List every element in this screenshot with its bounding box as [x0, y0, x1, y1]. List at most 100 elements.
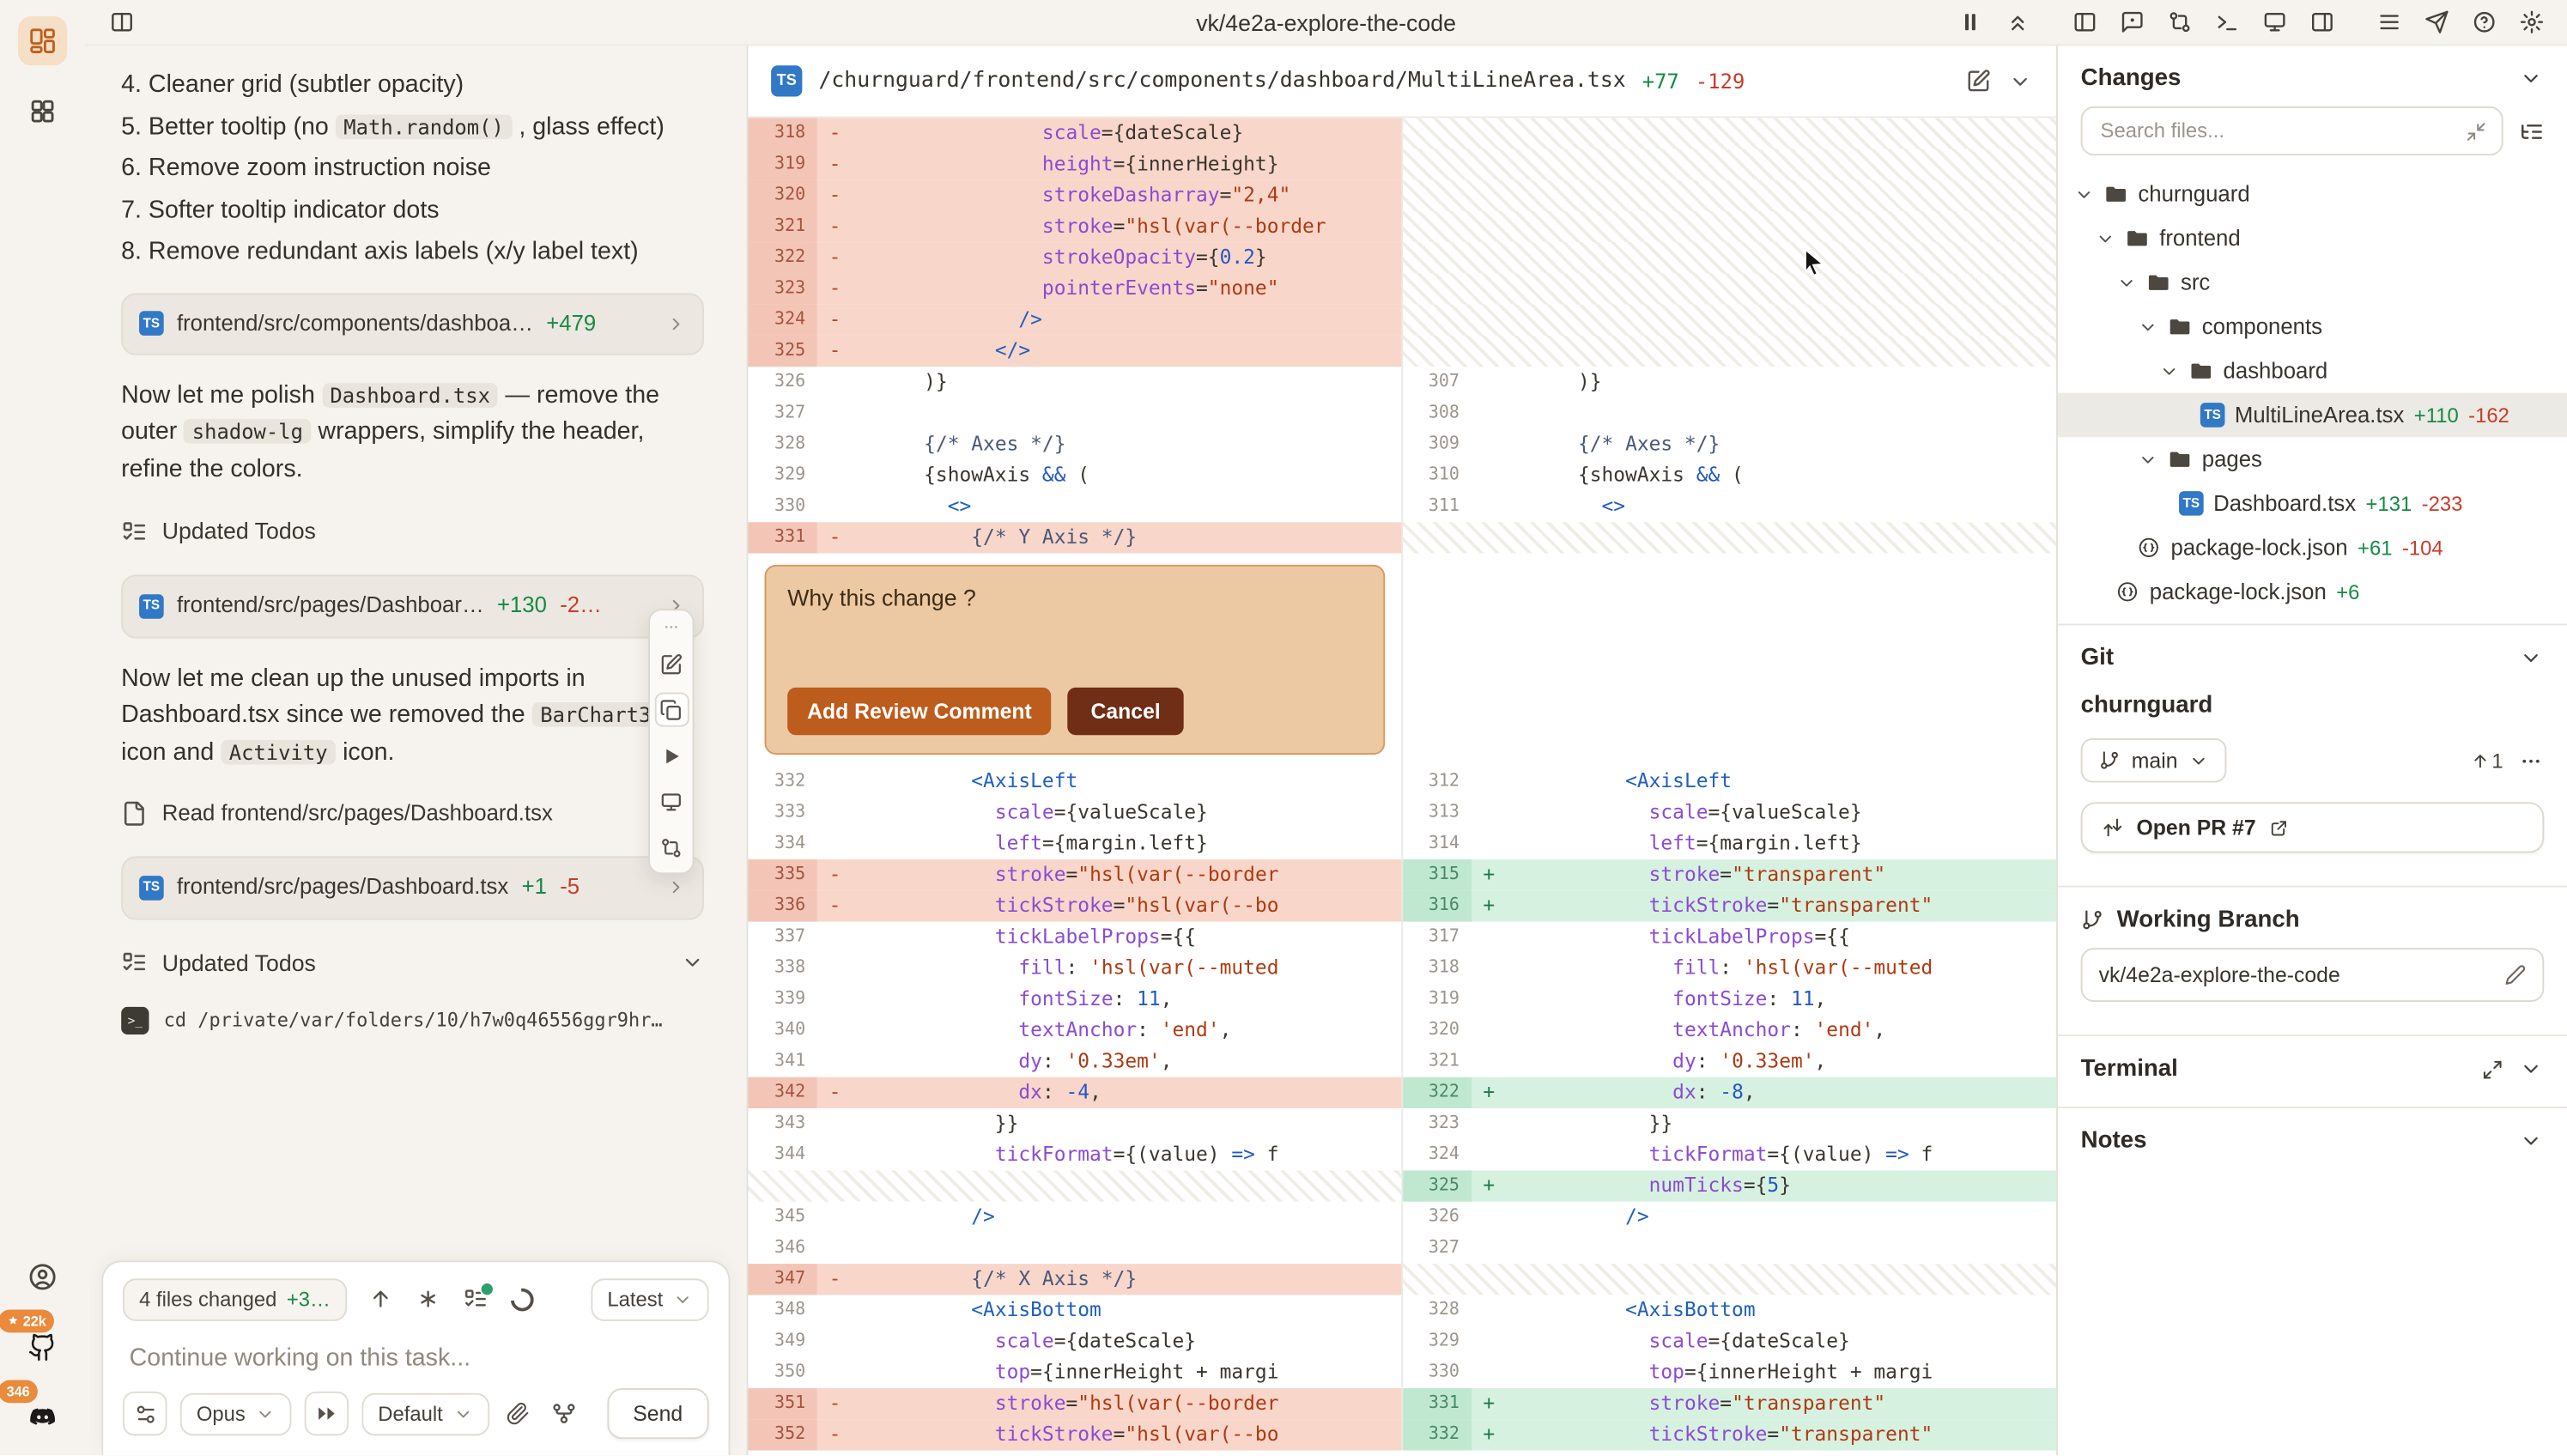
tree-folder-frontend[interactable]: frontend: [2058, 216, 2567, 260]
add-review-comment-button[interactable]: Add Review Comment: [787, 688, 1051, 735]
code-line: dx: -8,: [1507, 1077, 2056, 1108]
collapse-changes-button[interactable]: [2518, 65, 2545, 92]
terminal-command-item[interactable]: >_cd /private/var/folders/10/h7w0q46556g…: [121, 1006, 704, 1034]
todos-item[interactable]: Updated Todos: [121, 514, 704, 549]
drag-handle-icon[interactable]: [659, 619, 683, 635]
tree-file-package-lock.json[interactable]: package-lock.json+61-104: [2058, 525, 2567, 569]
diff-row: 337 tickLabelProps={{317 tickLabelProps=…: [748, 922, 2056, 953]
menu-button[interactable]: [2376, 9, 2402, 35]
share-button[interactable]: [2423, 9, 2449, 35]
expand-terminal-button[interactable]: [2479, 1056, 2505, 1083]
code-line: stroke="transparent": [1507, 859, 2056, 890]
todos-item[interactable]: Updated Todos: [121, 945, 704, 980]
collapse-file-button[interactable]: [2007, 68, 2034, 94]
send-button[interactable]: Send: [607, 1388, 709, 1439]
toggle-diff-view-button[interactable]: [1964, 68, 1991, 94]
folder-icon: [2125, 226, 2150, 251]
person-icon: [27, 1262, 57, 1291]
tree-file-MultiLineArea.tsx[interactable]: TSMultiLineArea.tsx+110-162: [2058, 393, 2567, 437]
pencil-icon[interactable]: [2505, 964, 2527, 986]
open-preview-button[interactable]: [654, 784, 689, 818]
settings-button[interactable]: [2518, 9, 2545, 35]
files-changed-button[interactable]: 4 files changed +3…: [123, 1278, 347, 1321]
collapse-notes-button[interactable]: [2518, 1128, 2545, 1155]
todos-toggle-button[interactable]: [463, 1287, 489, 1313]
file-change-chip[interactable]: TSfrontend/src/components/dashboa…+479: [121, 292, 704, 355]
tree-folder-dashboard[interactable]: dashboard: [2058, 349, 2567, 392]
line-number: 313: [1402, 798, 1471, 828]
jump-to-top-button[interactable]: [368, 1287, 395, 1313]
git-more-button[interactable]: [2518, 747, 2545, 774]
board-view-button[interactable]: [18, 87, 67, 136]
tree-file-package-lock.json[interactable]: package-lock.json+6: [2058, 570, 2567, 614]
diff-cell-left: 322- strokeOpacity={0.2}: [748, 242, 1402, 273]
collapse-git-button[interactable]: [2518, 645, 2545, 671]
file-change-chip[interactable]: TSfrontend/src/pages/Dashboard.tsx+1-5: [121, 857, 704, 919]
list-item: 5. Better tooltip (no Math.random() , gl…: [121, 109, 704, 146]
changes-section-header[interactable]: Changes: [2058, 46, 2567, 106]
github-icon: [27, 1332, 57, 1362]
tree-folder-components[interactable]: components: [2058, 305, 2567, 349]
preview-view-button[interactable]: [2261, 9, 2287, 35]
auto-accept-button[interactable]: [304, 1392, 348, 1435]
mode-dropdown[interactable]: Default: [361, 1392, 489, 1435]
folder-icon: [2168, 314, 2193, 339]
inline-code: shadow-lg: [184, 420, 311, 445]
pause-agent-button[interactable]: [1957, 9, 1983, 35]
tree-file-Dashboard.tsx[interactable]: TSDashboard.tsx+131-233: [2058, 482, 2567, 525]
tree-folder-churnguard[interactable]: churnguard: [2058, 172, 2567, 215]
chat-settings-button[interactable]: [123, 1392, 167, 1435]
tree-folder-pages[interactable]: pages: [2058, 437, 2567, 481]
add-review-comment-button[interactable]: [654, 646, 689, 681]
account-button[interactable]: [18, 1253, 67, 1301]
toggle-left-panel-button[interactable]: [2071, 9, 2097, 35]
diff-view-button[interactable]: [2166, 9, 2193, 35]
read-file-item[interactable]: Read frontend/src/pages/Dashboard.tsx: [121, 798, 704, 831]
diff-cell-left: Why this change ? Add Review Comment Cance…: [748, 554, 1402, 767]
open-pr-button[interactable]: Open PR #7: [2081, 802, 2545, 852]
notes-section-header[interactable]: Notes: [2058, 1108, 2567, 1169]
file-tree-view-button[interactable]: [2518, 118, 2545, 144]
run-button[interactable]: [654, 738, 689, 773]
line-number: 316: [1402, 890, 1471, 921]
collapse-all-button[interactable]: [2004, 9, 2030, 35]
diff-cell-right: [1402, 242, 2056, 273]
cancel-button[interactable]: Cancel: [1068, 688, 1184, 735]
chevron-down-icon: [2138, 449, 2157, 469]
workspace-tab-button[interactable]: [18, 16, 67, 65]
list-item: 7. Softer tooltip indicator dots: [121, 192, 704, 229]
copy-button[interactable]: [654, 693, 689, 727]
code-line: textAnchor: 'end',: [853, 1015, 1400, 1046]
version-dropdown[interactable]: Latest: [591, 1278, 708, 1321]
git-section-header[interactable]: Git: [2058, 625, 2567, 686]
file-change-chip[interactable]: TSfrontend/src/pages/Dashboar…+130-2…: [121, 575, 704, 638]
compare-button[interactable]: [654, 830, 689, 864]
terminal-section-header[interactable]: Terminal: [2058, 1036, 2567, 1097]
code-line: )}: [1507, 367, 2056, 397]
help-button[interactable]: [2470, 9, 2497, 35]
review-comment-box[interactable]: Why this change ? Add Review Comment Cance…: [765, 565, 1385, 755]
diff-cell-right: 309 {/* Axes */}: [1402, 429, 2056, 460]
search-input[interactable]: [2097, 118, 2456, 144]
working-branch-input[interactable]: vk/4e2a-explore-the-code: [2081, 948, 2545, 1002]
collapse-all-icon[interactable]: [2466, 120, 2487, 142]
terminal-view-button[interactable]: [2213, 9, 2240, 35]
tree-folder-src[interactable]: src: [2058, 260, 2567, 304]
message-input[interactable]: [126, 1343, 706, 1374]
model-dropdown[interactable]: Opus: [180, 1392, 291, 1435]
window-layout-button[interactable]: [108, 9, 135, 35]
line-number: 348: [748, 1295, 816, 1326]
toggle-right-panel-button[interactable]: [2309, 9, 2335, 35]
review-comment-input[interactable]: Why this change ?: [787, 585, 1361, 611]
collapse-terminal-button[interactable]: [2518, 1056, 2545, 1083]
diff-marker: [817, 1046, 853, 1077]
asterisk-button[interactable]: [416, 1287, 442, 1313]
chevron-down-icon: [2520, 1130, 2543, 1153]
comments-button[interactable]: [2119, 9, 2145, 35]
attach-button[interactable]: [501, 1398, 534, 1430]
branch-dropdown[interactable]: main: [2081, 738, 2227, 782]
diff-cell-right: 324 tickFormat={(value) => f: [1402, 1139, 2056, 1170]
diff-cell-left: [748, 1170, 1402, 1201]
connections-button[interactable]: [548, 1398, 580, 1430]
diff-marker: -: [817, 859, 853, 890]
